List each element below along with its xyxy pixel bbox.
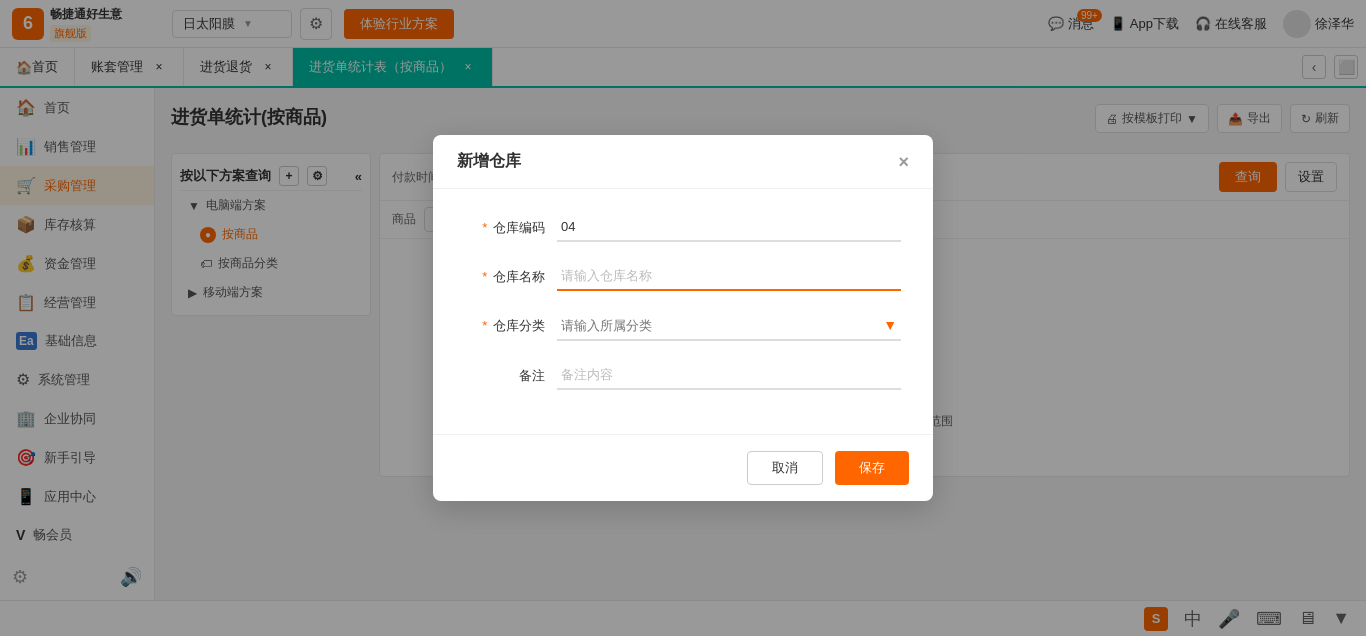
form-row-code: * 仓库编码	[465, 213, 901, 242]
save-button[interactable]: 保存	[835, 451, 909, 485]
new-warehouse-dialog: 新增仓库 × * 仓库编码 * 仓库名称	[433, 135, 933, 501]
dialog-title: 新增仓库	[457, 151, 521, 172]
dialog-header: 新增仓库 ×	[433, 135, 933, 189]
form-row-note: 备注	[465, 361, 901, 390]
modal-overlay: 新增仓库 × * 仓库编码 * 仓库名称	[0, 0, 1366, 636]
note-input[interactable]	[557, 361, 901, 390]
name-input[interactable]	[557, 262, 901, 291]
category-select[interactable]: ▼	[557, 311, 901, 341]
code-input[interactable]	[557, 213, 901, 242]
dialog-body: * 仓库编码 * 仓库名称 * 仓库分类	[433, 189, 933, 434]
form-row-name: * 仓库名称	[465, 262, 901, 291]
note-label: 备注	[465, 367, 545, 385]
category-input[interactable]	[561, 318, 883, 333]
dialog-footer: 取消 保存	[433, 434, 933, 501]
code-label: * 仓库编码	[465, 219, 545, 237]
name-label: * 仓库名称	[465, 268, 545, 286]
category-label: * 仓库分类	[465, 317, 545, 335]
form-row-category: * 仓库分类 ▼	[465, 311, 901, 341]
cancel-button[interactable]: 取消	[747, 451, 823, 485]
category-dropdown-arrow: ▼	[883, 317, 897, 333]
dialog-close-button[interactable]: ×	[898, 153, 909, 171]
